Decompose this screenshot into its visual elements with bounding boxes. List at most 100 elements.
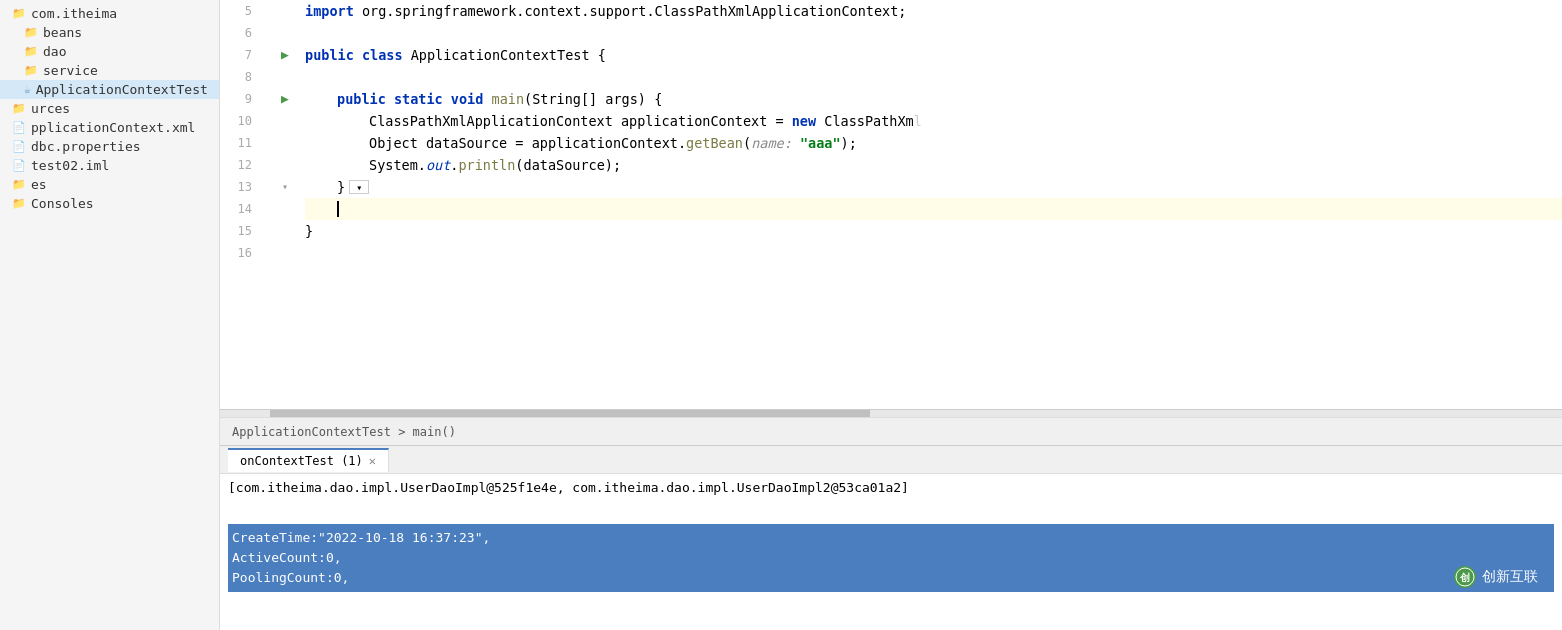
line-7: 7 <box>220 44 260 66</box>
line-12: 12 <box>220 154 260 176</box>
folder-icon-es: 📁 <box>12 178 26 191</box>
kw-new: new <box>792 110 816 132</box>
sidebar-item-xml[interactable]: 📄 pplicationContext.xml <box>0 118 219 137</box>
punct-eq2: = <box>515 132 523 154</box>
param-args: args <box>605 88 638 110</box>
xml-icon: 📄 <box>12 121 26 134</box>
line-15: 15 <box>220 220 260 242</box>
sidebar-item-service[interactable]: 📁 service <box>0 61 219 80</box>
sidebar-parent-label: com.itheima <box>31 6 117 21</box>
code-line-16 <box>305 242 1562 264</box>
watermark: 创 创新互联 <box>1454 566 1538 588</box>
console-tab-label: onContextTest (1) <box>240 454 363 468</box>
props-icon: 📄 <box>12 140 26 153</box>
field-out: out <box>426 154 450 176</box>
string-aaa: "aaa" <box>800 132 841 154</box>
java-icon: ☕ <box>24 83 31 96</box>
code-line-14[interactable] <box>305 198 1562 220</box>
editor-area: 5 6 7 8 9 10 11 12 13 14 15 16 ▶ ▶ <box>220 0 1562 445</box>
punct-dot3: . <box>450 154 458 176</box>
line-10: 10 <box>220 110 260 132</box>
sidebar-item-iml[interactable]: 📄 test02.iml <box>0 156 219 175</box>
console-blue-section: CreateTime:"2022-10-18 16:37:23", Active… <box>228 524 1554 592</box>
kw-static: static <box>394 88 443 110</box>
run-icon-7[interactable]: ▶ <box>281 44 289 66</box>
gutter-12 <box>270 154 300 176</box>
method-main: main <box>492 88 525 110</box>
code-line-5: import org.springframework.context.suppo… <box>305 0 1562 22</box>
sidebar-label-props: dbc.properties <box>31 139 141 154</box>
output-text-2: CreateTime:"2022-10-18 16:37:23", <box>232 530 490 545</box>
punct-brace-close-method: } <box>337 176 345 198</box>
punct-bracket: [] <box>581 88 597 110</box>
gutter-13: ▾ <box>270 176 300 198</box>
gutter-5 <box>270 0 300 22</box>
folder-icon-dao: 📁 <box>24 45 38 58</box>
sidebar-item-beans[interactable]: 📁 beans <box>0 23 219 42</box>
gutter-9[interactable]: ▶ <box>270 88 300 110</box>
folder-icon: 📁 <box>24 26 38 39</box>
gutter-10 <box>270 110 300 132</box>
punct-paren2: ( <box>743 132 751 154</box>
gutter-6 <box>270 22 300 44</box>
output-blue-line-2: CreateTime:"2022-10-18 16:37:23", <box>228 528 1554 548</box>
punct-brace-main-open: { <box>654 88 662 110</box>
gutter-8 <box>270 66 300 88</box>
console-close-icon[interactable]: ✕ <box>369 454 376 468</box>
kw-class: class <box>362 44 403 66</box>
line-8: 8 <box>220 66 260 88</box>
main-area: 5 6 7 8 9 10 11 12 13 14 15 16 ▶ ▶ <box>220 0 1562 630</box>
code-line-13: } ▾ <box>305 176 1562 198</box>
punct-brace-close-class: } <box>305 220 313 242</box>
code-line-7: public class ApplicationContextTest { <box>305 44 1562 66</box>
line-14: 14 <box>220 198 260 220</box>
code-line-15: } <box>305 220 1562 242</box>
sidebar-item-es[interactable]: 📁 es <box>0 175 219 194</box>
gutter: ▶ ▶ ▾ <box>270 0 300 409</box>
fold-icon-13[interactable]: ▾ <box>282 176 288 198</box>
output-line-2 <box>228 502 1554 522</box>
punct-paren: ( <box>524 88 532 110</box>
fold-indicator-13[interactable]: ▾ <box>349 180 369 194</box>
import-path: org.springframework.context.support.Clas… <box>362 0 907 22</box>
sidebar-label-xml: pplicationContext.xml <box>31 120 195 135</box>
hint-name: name: <box>751 132 800 154</box>
var-ctx: applicationContext <box>621 110 767 132</box>
punct-paren3: ( <box>515 154 523 176</box>
sidebar-label-apptest: ApplicationContextTest <box>36 82 208 97</box>
sidebar-item-dao[interactable]: 📁 dao <box>0 42 219 61</box>
gutter-7[interactable]: ▶ <box>270 44 300 66</box>
output-text-3: ActiveCount:0, <box>232 550 342 565</box>
code-line-8 <box>305 66 1562 88</box>
sidebar-label-service: service <box>43 63 98 78</box>
sidebar-item-urces[interactable]: 📁 urces <box>0 99 219 118</box>
sidebar-item-consoles[interactable]: 📁 Consoles <box>0 194 219 213</box>
sidebar-label-es: es <box>31 177 47 192</box>
cursor-marker <box>337 201 347 217</box>
gutter-15 <box>270 220 300 242</box>
kw-public-7: public <box>305 44 354 66</box>
sidebar-item-apptest[interactable]: ☕ ApplicationContextTest <box>0 80 219 99</box>
gutter-16 <box>270 242 300 264</box>
sidebar-item-props[interactable]: 📄 dbc.properties <box>0 137 219 156</box>
class-name: ApplicationContextTest <box>411 44 590 66</box>
sidebar-label-beans: beans <box>43 25 82 40</box>
type-system: System <box>369 154 418 176</box>
folder-icon-urces: 📁 <box>12 102 26 115</box>
run-icon-9[interactable]: ▶ <box>281 88 289 110</box>
punct-eq: = <box>775 110 783 132</box>
output-text-1: [com.itheima.dao.impl.UserDaoImpl@525f1e… <box>228 480 909 495</box>
horizontal-scrollbar[interactable] <box>220 409 1562 417</box>
code-lines[interactable]: import org.springframework.context.suppo… <box>300 0 1562 409</box>
console-tab-active[interactable]: onContextTest (1) ✕ <box>228 448 389 472</box>
var-ds2: dataSource <box>524 154 605 176</box>
sidebar-label-dao: dao <box>43 44 66 59</box>
code-line-9: public static void main(String[] args) { <box>305 88 1562 110</box>
sidebar-label-consoles: Consoles <box>31 196 94 211</box>
line-11: 11 <box>220 132 260 154</box>
code-line-10: ClassPathXmlApplicationContext applicati… <box>305 110 1562 132</box>
punct-dot: . <box>678 132 686 154</box>
line-5: 5 <box>220 0 260 22</box>
ctx-ref: applicationContext <box>532 132 678 154</box>
console-tabs: onContextTest (1) ✕ <box>220 446 1562 474</box>
